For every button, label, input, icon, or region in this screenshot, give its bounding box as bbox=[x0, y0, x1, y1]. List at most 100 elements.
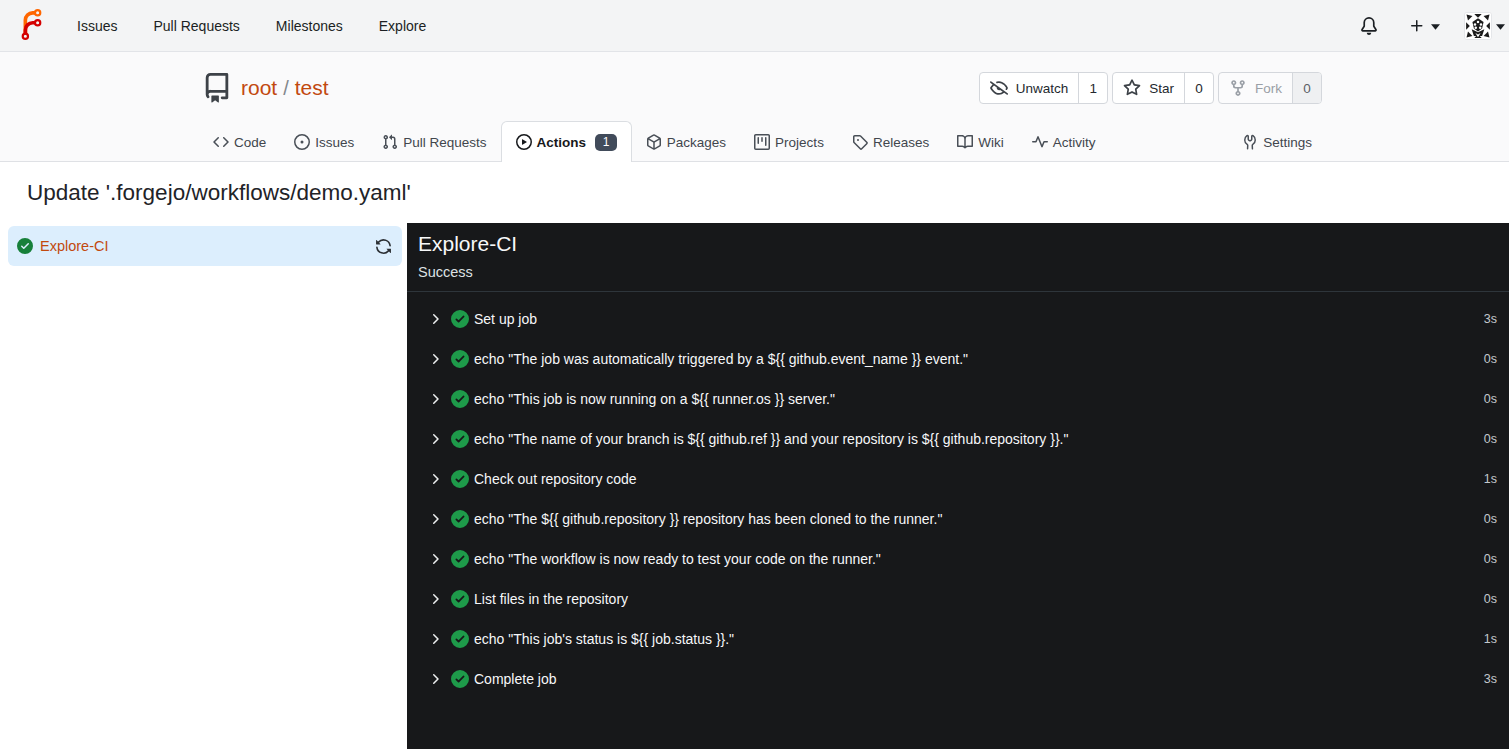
step-row[interactable]: echo "The ${{ github.repository }} repos… bbox=[407, 499, 1509, 539]
step-row[interactable]: echo "The job was automatically triggere… bbox=[407, 339, 1509, 379]
package-icon bbox=[646, 134, 662, 150]
repo-header: root / test Unwatch 1 Star 0 bbox=[0, 52, 1509, 162]
tag-icon bbox=[852, 134, 868, 150]
nav-link-milestones[interactable]: Milestones bbox=[258, 0, 361, 51]
step-row[interactable]: List files in the repository 0s bbox=[407, 579, 1509, 619]
plus-icon bbox=[1409, 18, 1425, 34]
chevron-down-icon bbox=[1496, 24, 1505, 30]
tools-icon bbox=[1242, 134, 1258, 150]
step-row[interactable]: Complete job 3s bbox=[407, 659, 1509, 699]
step-row[interactable]: echo "This job is now running on a ${{ r… bbox=[407, 379, 1509, 419]
chevron-right-icon[interactable] bbox=[427, 391, 443, 407]
tab-code[interactable]: Code bbox=[199, 122, 280, 162]
step-row[interactable]: echo "This job's status is ${{ job.statu… bbox=[407, 619, 1509, 659]
chevron-right-icon[interactable] bbox=[427, 671, 443, 687]
check-circle-icon bbox=[451, 470, 469, 488]
step-duration: 0s bbox=[1484, 432, 1497, 446]
check-circle-icon bbox=[451, 390, 469, 408]
project-icon bbox=[754, 134, 770, 150]
repo-name-link[interactable]: test bbox=[295, 76, 329, 100]
chevron-right-icon[interactable] bbox=[427, 431, 443, 447]
job-log-panel: Explore-CI Success Set up job 3s echo "T… bbox=[407, 223, 1509, 749]
check-circle-icon bbox=[451, 670, 469, 688]
breadcrumb-separator: / bbox=[283, 77, 289, 100]
repo-breadcrumb: root / test bbox=[241, 76, 329, 100]
star-icon bbox=[1123, 79, 1141, 97]
step-duration: 1s bbox=[1484, 472, 1497, 486]
check-circle-icon bbox=[451, 550, 469, 568]
chevron-right-icon[interactable] bbox=[427, 591, 443, 607]
repo-tabs: Code Issues Pull Requests Actions 1 Pack… bbox=[0, 121, 1509, 162]
chevron-right-icon[interactable] bbox=[427, 511, 443, 527]
star-button[interactable]: Star bbox=[1113, 73, 1184, 103]
eye-closed-icon bbox=[990, 79, 1008, 97]
job-info-status: Success bbox=[418, 263, 1497, 281]
tab-actions[interactable]: Actions 1 bbox=[501, 121, 632, 162]
repo-owner-link[interactable]: root bbox=[241, 76, 277, 100]
chevron-right-icon[interactable] bbox=[427, 311, 443, 327]
tab-releases[interactable]: Releases bbox=[838, 122, 943, 162]
step-duration: 0s bbox=[1484, 592, 1497, 606]
chevron-right-icon[interactable] bbox=[427, 471, 443, 487]
job-steps-list: Set up job 3s echo "The job was automati… bbox=[407, 292, 1509, 699]
notifications-bell-icon[interactable] bbox=[1360, 17, 1378, 35]
user-avatar[interactable] bbox=[1464, 12, 1492, 40]
chevron-right-icon[interactable] bbox=[427, 631, 443, 647]
pulse-icon bbox=[1032, 134, 1048, 150]
navbar-links: Issues Pull Requests Milestones Explore bbox=[59, 0, 444, 51]
repo-action-buttons: Unwatch 1 Star 0 Fork 0 bbox=[979, 72, 1322, 104]
nav-link-pull-requests[interactable]: Pull Requests bbox=[135, 0, 257, 51]
nav-link-explore[interactable]: Explore bbox=[361, 0, 444, 51]
tab-settings[interactable]: Settings bbox=[1228, 122, 1326, 162]
check-circle-icon bbox=[451, 510, 469, 528]
tab-pull-requests[interactable]: Pull Requests bbox=[368, 122, 500, 162]
job-name[interactable]: Explore-CI bbox=[40, 238, 109, 254]
nav-link-issues[interactable]: Issues bbox=[59, 0, 135, 51]
git-pull-request-icon bbox=[382, 134, 398, 150]
chevron-right-icon[interactable] bbox=[427, 551, 443, 567]
tab-projects[interactable]: Projects bbox=[740, 122, 838, 162]
navbar-right bbox=[1360, 12, 1505, 40]
chevron-down-icon bbox=[1431, 24, 1440, 30]
code-icon bbox=[213, 134, 229, 150]
step-row[interactable]: Check out repository code 1s bbox=[407, 459, 1509, 499]
unwatch-button[interactable]: Unwatch bbox=[980, 73, 1079, 103]
check-circle-icon bbox=[451, 310, 469, 328]
forgejo-logo-icon[interactable] bbox=[16, 9, 47, 40]
step-duration: 1s bbox=[1484, 632, 1497, 646]
repo-title-row: root / test Unwatch 1 Star 0 bbox=[0, 52, 1509, 124]
stars-count[interactable]: 0 bbox=[1184, 73, 1213, 103]
check-circle-icon bbox=[451, 350, 469, 368]
tab-wiki[interactable]: Wiki bbox=[943, 122, 1018, 162]
fork-button-group: Fork 0 bbox=[1218, 72, 1322, 104]
tab-packages[interactable]: Packages bbox=[632, 122, 740, 162]
step-row[interactable]: echo "The workflow is now ready to test … bbox=[407, 539, 1509, 579]
step-duration: 3s bbox=[1484, 312, 1497, 326]
run-title: Update '.forgejo/workflows/demo.yaml' bbox=[27, 180, 411, 206]
chevron-right-icon[interactable] bbox=[427, 351, 443, 367]
check-circle-icon bbox=[451, 590, 469, 608]
step-duration: 0s bbox=[1484, 512, 1497, 526]
step-duration: 0s bbox=[1484, 392, 1497, 406]
create-new-button[interactable] bbox=[1409, 18, 1440, 34]
tab-activity[interactable]: Activity bbox=[1018, 122, 1110, 162]
step-duration: 0s bbox=[1484, 552, 1497, 566]
check-circle-icon bbox=[17, 238, 33, 254]
job-list-item-explore-ci[interactable]: Explore-CI bbox=[8, 226, 402, 266]
user-menu-button[interactable] bbox=[1464, 12, 1505, 40]
fork-icon bbox=[1229, 79, 1247, 97]
step-duration: 3s bbox=[1484, 672, 1497, 686]
check-circle-icon bbox=[451, 430, 469, 448]
fork-button: Fork bbox=[1219, 73, 1292, 103]
step-row[interactable]: echo "The name of your branch is ${{ git… bbox=[407, 419, 1509, 459]
job-info-header: Explore-CI Success bbox=[407, 223, 1509, 292]
star-button-group: Star 0 bbox=[1112, 72, 1214, 104]
tab-issues[interactable]: Issues bbox=[280, 122, 368, 162]
forks-count[interactable]: 0 bbox=[1292, 73, 1321, 103]
watchers-count[interactable]: 1 bbox=[1078, 73, 1107, 103]
check-circle-icon bbox=[451, 630, 469, 648]
step-duration: 0s bbox=[1484, 352, 1497, 366]
step-row[interactable]: Set up job 3s bbox=[407, 299, 1509, 339]
issue-opened-icon bbox=[294, 134, 310, 150]
rerun-icon[interactable] bbox=[375, 238, 392, 255]
